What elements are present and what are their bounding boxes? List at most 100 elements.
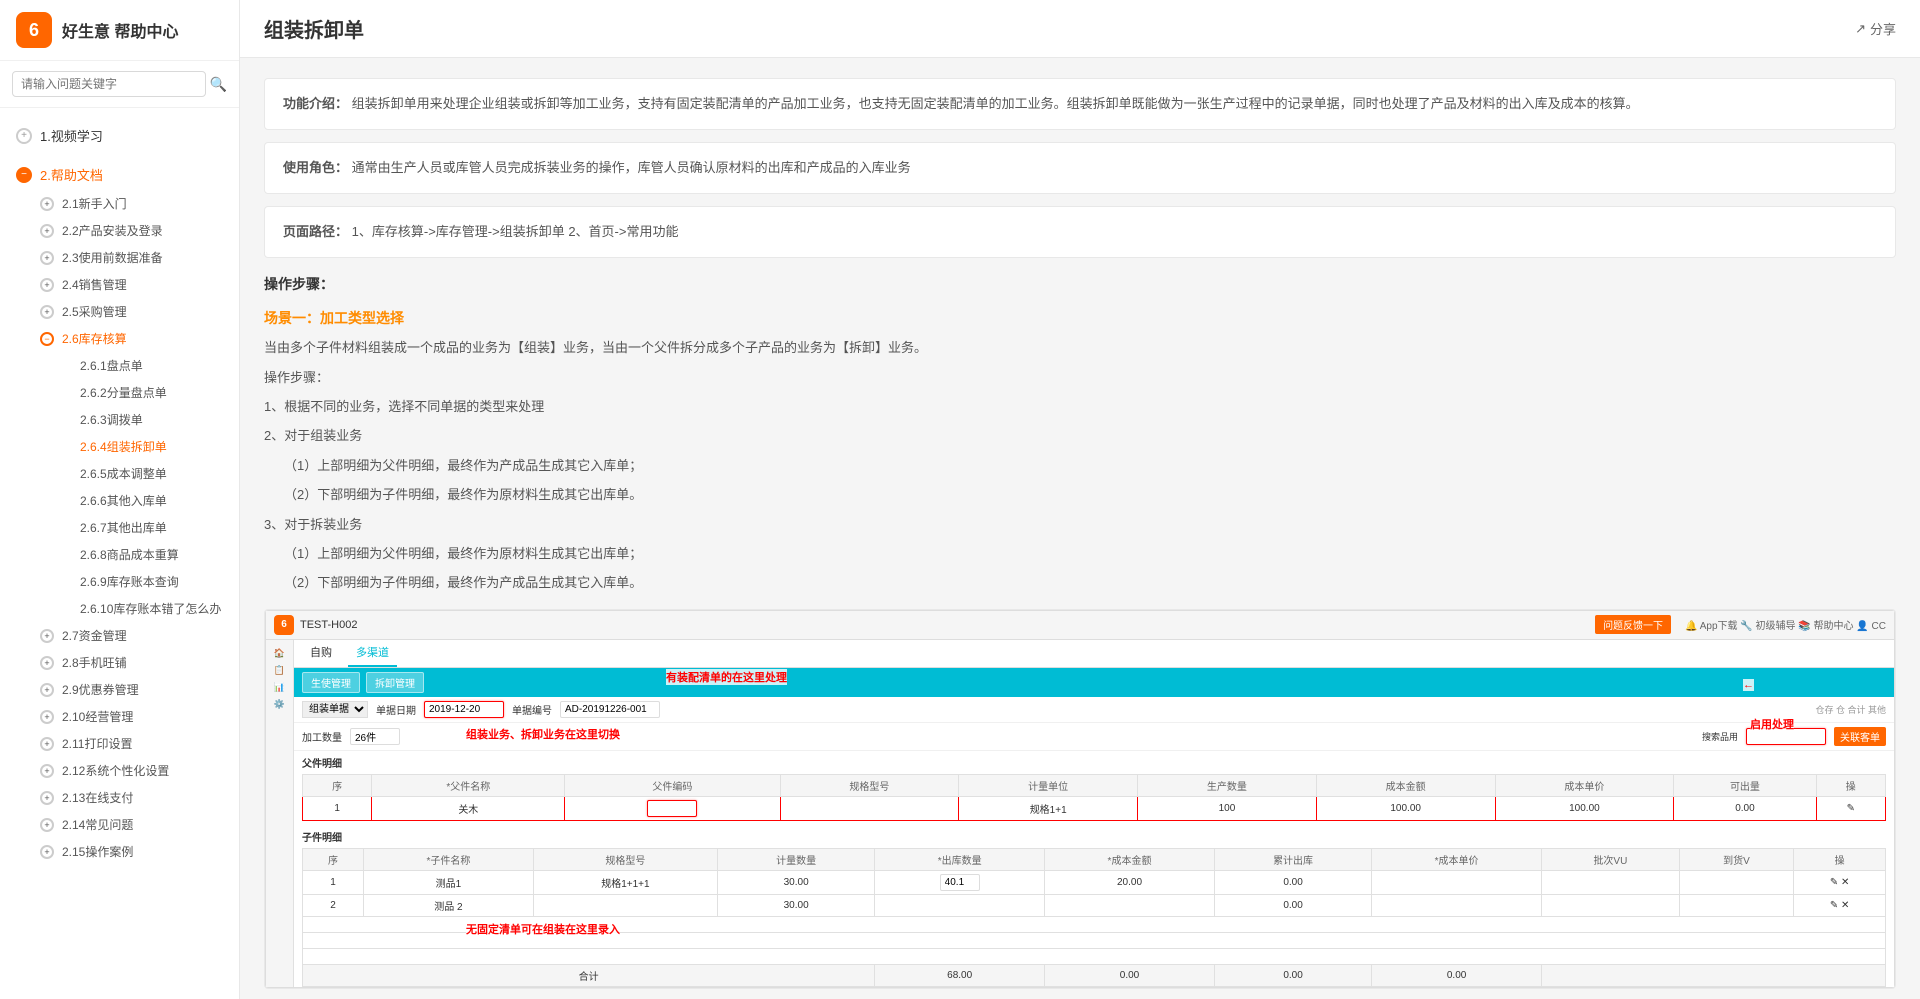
mock-th-op: 操 xyxy=(1816,774,1885,796)
mock-th-name: *父件名称 xyxy=(372,774,565,796)
mock-table-label-child: 子件明细 xyxy=(294,825,1894,848)
table-row xyxy=(303,948,1886,964)
sidebar-item-cases[interactable]: + 2.15操作案例 xyxy=(0,838,239,865)
annotation-text-1: 有装配清单的在这里处理 xyxy=(666,669,787,685)
steps-label: 操作步骤： xyxy=(264,366,1896,389)
mock-type-select[interactable]: 组装单据 拆卸单据 xyxy=(302,701,368,718)
sidebar-item-docs[interactable]: − 2.帮助文档 xyxy=(0,159,239,190)
mock-th-no: 序 xyxy=(303,774,372,796)
mock-qty-input[interactable] xyxy=(350,728,400,745)
sidebar-item-mobile[interactable]: + 2.8手机旺铺 xyxy=(0,649,239,676)
sidebar-item-data-prep[interactable]: + 2.3使用前数据准备 xyxy=(0,244,239,271)
mock-topbar-links: 🔔 App下载 🔧 初级辅导 📚 帮助中心 👤 CC xyxy=(1685,617,1886,632)
dot-icon: + xyxy=(40,656,54,670)
app-logo-icon: 6 xyxy=(16,12,52,48)
sidebar-item-payment[interactable]: + 2.13在线支付 xyxy=(0,784,239,811)
nav-section-2: − 2.帮助文档 + 2.1新手入门 + 2.2产品安装及登录 + 2.3使用前… xyxy=(0,155,239,869)
mock-sub-th-seq: 序 xyxy=(303,848,364,870)
bottom-spacer xyxy=(264,989,1896,999)
mock-logo: 6 xyxy=(274,615,294,635)
share-button[interactable]: ↗ 分享 xyxy=(1855,19,1896,38)
share-icon: ↗ xyxy=(1855,21,1866,37)
mock-tab-multi[interactable]: 多渠道 xyxy=(348,640,397,667)
sidebar-item-label-docs: 2.帮助文档 xyxy=(40,165,103,184)
sidebar-item-sales[interactable]: + 2.4销售管理 xyxy=(0,271,239,298)
dot-icon: + xyxy=(40,710,54,724)
sidebar-item-videos[interactable]: + 1.视频学习 xyxy=(0,120,239,151)
mock-toolbar-btn-manage[interactable]: 生使管理 xyxy=(302,672,360,693)
sidebar-item-inventory-263[interactable]: 2.6.3调拨单 xyxy=(28,406,239,433)
path-label: 页面路径： xyxy=(283,224,348,239)
sidebar-item-inventory-266[interactable]: 2.6.6其他入库单 xyxy=(28,487,239,514)
sidebar-item-finance[interactable]: + 2.7资金管理 xyxy=(0,622,239,649)
dot-icon: + xyxy=(40,845,54,859)
sidebar-item-print[interactable]: + 2.11打印设置 xyxy=(0,730,239,757)
path-block: 页面路径： 1、库存核算->库存管理->组装拆卸单 2、首页->常用功能 xyxy=(264,206,1896,258)
sidebar-item-inventory-268[interactable]: 2.6.8商品成本重算 xyxy=(28,541,239,568)
plus-icon-1: + xyxy=(16,128,32,144)
sidebar-sub-items: + 2.1新手入门 + 2.2产品安装及登录 + 2.3使用前数据准备 + 2.… xyxy=(0,190,239,865)
dot-icon: + xyxy=(40,278,54,292)
search-box[interactable]: 🔍 xyxy=(0,61,239,108)
sidebar-item-inventory-265[interactable]: 2.6.5成本调整单 xyxy=(28,460,239,487)
mock-toolbar: 生使管理 拆卸管理 xyxy=(294,668,1894,697)
app-logo-title: 好生意 帮助中心 xyxy=(62,18,178,42)
mock-out-qty-input-1[interactable] xyxy=(940,874,980,891)
mock-td-name: 关木 xyxy=(372,796,565,820)
sidebar-item-coupon[interactable]: + 2.9优惠券管理 xyxy=(0,676,239,703)
mock-sub-th-cost: *成本金额 xyxy=(1045,848,1215,870)
step3-text: 3、对于拆装业务 xyxy=(264,513,1896,536)
sidebar-item-inventory-2610[interactable]: 2.6.10库存账本错了怎么办 xyxy=(28,595,239,622)
step3-1-text: （1）上部明细为父件明细，最终作为原材料生成其它出库单； xyxy=(264,542,1896,565)
sidebar-item-inventory-262[interactable]: 2.6.2分量盘点单 xyxy=(28,379,239,406)
mock-no-input[interactable] xyxy=(560,701,660,718)
mock-form-row: 组装单据 拆卸单据 单据日期 单据编号 仓存 仓 合计 其他 xyxy=(294,697,1894,723)
mock-search-prod: 搜索品用 xyxy=(1702,730,1738,743)
scene1-title: 场景一：加工类型选择 xyxy=(264,308,1896,328)
main-panel: 组装拆卸单 ↗ 分享 功能介绍： 组装拆卸单用来处理企业组装或拆卸等加工业务，支… xyxy=(240,0,1920,999)
mock-icon-4: ⚙️ xyxy=(274,699,285,710)
sidebar-nav: + 1.视频学习 − 2.帮助文档 + 2.1新手入门 + 2.2产品安装及登录 xyxy=(0,108,239,999)
mock-sub-th-arrival: 到货V xyxy=(1679,848,1794,870)
intro-text: 组装拆卸单用来处理企业组装或拆卸等加工业务，支持有固定装配清单的产品加工业务，也… xyxy=(352,96,1639,111)
search-icon[interactable]: 🔍 xyxy=(210,76,227,93)
sidebar-item-inventory[interactable]: − 2.6库存核算 xyxy=(0,325,239,352)
sidebar-item-inventory-267[interactable]: 2.6.7其他出库单 xyxy=(28,514,239,541)
sidebar-item-newcomer[interactable]: + 2.1新手入门 xyxy=(0,190,239,217)
dot-icon: + xyxy=(40,791,54,805)
sidebar-item-install[interactable]: + 2.2产品安装及登录 xyxy=(0,217,239,244)
mock-sub-th-batch: 批次VU xyxy=(1542,848,1680,870)
intro-block: 功能介绍： 组装拆卸单用来处理企业组装或拆卸等加工业务，支持有固定装配清单的产品… xyxy=(264,78,1896,130)
mock-toolbar-btn-disassemble[interactable]: 拆卸管理 xyxy=(366,672,424,693)
mock-topbar: 6 TEST-H002 问题反馈一下 🔔 App下载 🔧 初级辅导 📚 帮助中心… xyxy=(266,611,1894,640)
mock-td-avail: 0.00 xyxy=(1674,796,1816,820)
sidebar-item-custom[interactable]: + 2.12系统个性化设置 xyxy=(0,757,239,784)
dot-icon: + xyxy=(40,197,54,211)
sidebar-item-purchase[interactable]: + 2.5采购管理 xyxy=(0,298,239,325)
sidebar-item-faq[interactable]: + 2.14常见问题 xyxy=(0,811,239,838)
mock-icon-3: 📊 xyxy=(274,682,285,693)
ops-title: 操作步骤： xyxy=(264,274,1896,294)
mock-ui: 6 TEST-H002 问题反馈一下 🔔 App下载 🔧 初级辅导 📚 帮助中心… xyxy=(265,610,1895,988)
mock-date-input[interactable] xyxy=(424,701,504,718)
mock-td-cost-amt: 100.00 xyxy=(1316,796,1495,820)
dot-icon: + xyxy=(40,683,54,697)
mock-code-input[interactable] xyxy=(647,800,697,817)
dot-icon: − xyxy=(40,332,54,346)
mock-feedback-btn[interactable]: 问题反馈一下 xyxy=(1595,615,1671,634)
sidebar-item-ops[interactable]: + 2.10经营管理 xyxy=(0,703,239,730)
search-input[interactable] xyxy=(12,71,206,97)
mock-sub-th-name: *子件名称 xyxy=(363,848,533,870)
annotation-text-3: 启用处理 xyxy=(1750,716,1794,732)
sidebar-item-inventory-269[interactable]: 2.6.9库存账本查询 xyxy=(28,568,239,595)
mock-th-avail: 可出量 xyxy=(1674,774,1816,796)
nav-section-1: + 1.视频学习 xyxy=(0,116,239,155)
mock-add-btn[interactable]: 关联客单 xyxy=(1834,727,1886,746)
sidebar-item-inventory-264[interactable]: 2.6.4组装拆卸单 xyxy=(28,433,239,460)
table-row: 2 测品 2 30.00 0.00 xyxy=(303,894,1886,916)
mock-th-cost: 成本金额 xyxy=(1316,774,1495,796)
table-row: 1 关木 规格1+1 100 100.00 100.00 0.00 ✎ xyxy=(303,796,1886,820)
mock-tab-self[interactable]: 自购 xyxy=(302,640,340,667)
dot-icon: + xyxy=(40,251,54,265)
sidebar-item-inventory-261[interactable]: 2.6.1盘点单 xyxy=(28,352,239,379)
